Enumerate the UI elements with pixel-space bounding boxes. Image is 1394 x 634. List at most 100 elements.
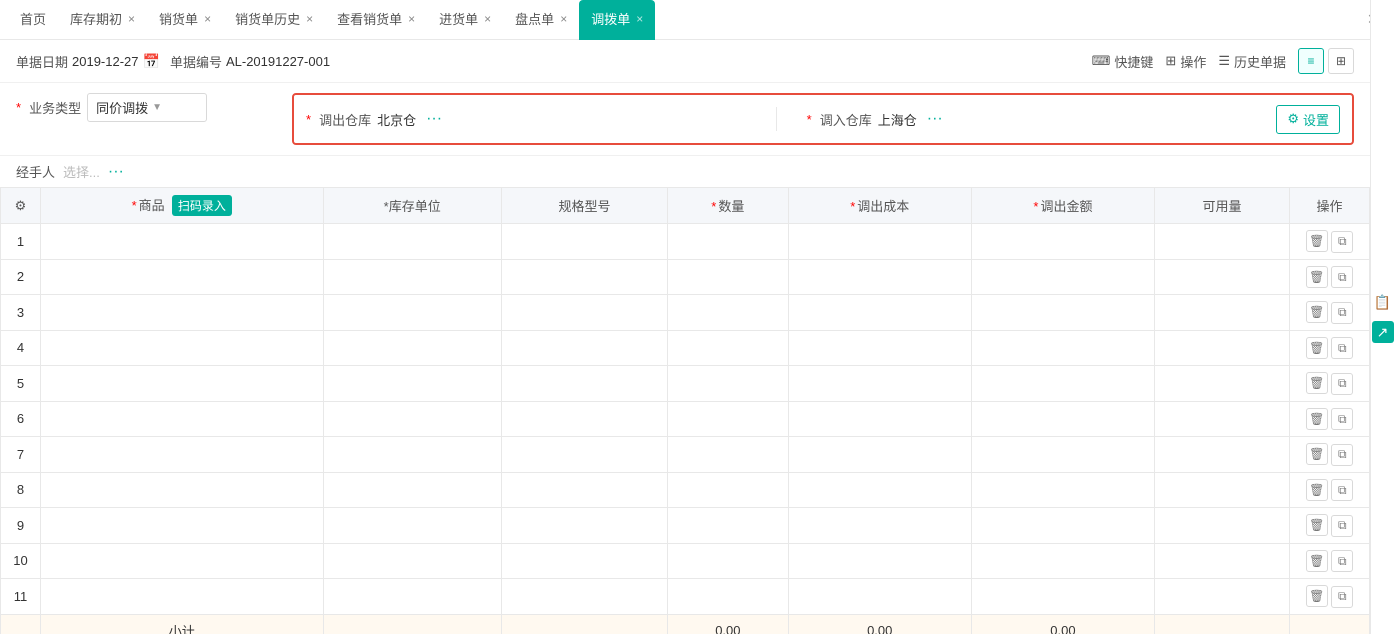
in-warehouse-more-button[interactable]: ··· [923, 110, 947, 128]
cell-unit[interactable] [323, 472, 501, 508]
tab-sales-order[interactable]: 销货单 × [147, 0, 223, 40]
cell-spec[interactable] [501, 579, 667, 615]
scan-button[interactable]: 扫码录入 [172, 195, 232, 216]
cell-qty[interactable] [668, 472, 789, 508]
tab-close-sales-history[interactable]: × [306, 12, 313, 26]
cell-qty[interactable] [668, 401, 789, 437]
copy-icon[interactable]: ⧉ [1331, 479, 1353, 501]
tab-sales-history[interactable]: 销货单历史 × [223, 0, 325, 40]
cell-product[interactable] [41, 543, 324, 579]
tab-close-purchase[interactable]: × [484, 12, 491, 26]
delete-icon[interactable]: 🗑 [1306, 550, 1328, 572]
tab-view-sales[interactable]: 查看销货单 × [325, 0, 427, 40]
cell-available[interactable] [1155, 472, 1290, 508]
copy-icon[interactable]: ⧉ [1331, 302, 1353, 324]
cell-product[interactable] [41, 259, 324, 295]
cell-unit[interactable] [323, 401, 501, 437]
cell-cost[interactable] [788, 508, 971, 544]
copy-icon[interactable]: ⧉ [1331, 266, 1353, 288]
cell-qty[interactable] [668, 259, 789, 295]
out-warehouse-more-button[interactable]: ··· [422, 110, 446, 128]
cell-amount[interactable] [971, 579, 1154, 615]
cell-qty[interactable] [668, 330, 789, 366]
cell-unit[interactable] [323, 508, 501, 544]
tab-transfer[interactable]: 调拨单 × [579, 0, 655, 40]
cell-amount[interactable] [971, 543, 1154, 579]
calendar-icon[interactable]: 📅 [143, 53, 160, 70]
business-type-select[interactable]: 同价调拨 ▼ [87, 93, 207, 122]
sidebar-note-icon[interactable]: 📋 [1372, 291, 1394, 313]
shortcut-button[interactable]: ⌨ 快捷键 [1092, 52, 1154, 71]
cell-available[interactable] [1155, 366, 1290, 402]
cell-amount[interactable] [971, 259, 1154, 295]
cell-available[interactable] [1155, 543, 1290, 579]
delete-icon[interactable]: 🗑 [1306, 443, 1328, 465]
cell-spec[interactable] [501, 295, 667, 331]
cell-amount[interactable] [971, 472, 1154, 508]
cell-unit[interactable] [323, 366, 501, 402]
cell-unit[interactable] [323, 224, 501, 260]
cell-product[interactable] [41, 437, 324, 473]
tab-close-sales-order[interactable]: × [204, 12, 211, 26]
cell-product[interactable] [41, 579, 324, 615]
cell-cost[interactable] [788, 472, 971, 508]
copy-icon[interactable]: ⧉ [1331, 444, 1353, 466]
copy-icon[interactable]: ⧉ [1331, 337, 1353, 359]
cell-available[interactable] [1155, 330, 1290, 366]
tab-inventory-init[interactable]: 库存期初 × [58, 0, 147, 40]
cell-cost[interactable] [788, 401, 971, 437]
tab-close-transfer[interactable]: × [636, 12, 643, 26]
cell-cost[interactable] [788, 330, 971, 366]
cell-unit[interactable] [323, 259, 501, 295]
cell-spec[interactable] [501, 330, 667, 366]
copy-icon[interactable]: ⧉ [1331, 515, 1353, 537]
cell-qty[interactable] [668, 543, 789, 579]
cell-spec[interactable] [501, 543, 667, 579]
cell-qty[interactable] [668, 508, 789, 544]
cell-amount[interactable] [971, 295, 1154, 331]
cell-available[interactable] [1155, 401, 1290, 437]
tab-inventory[interactable]: 盘点单 × [503, 0, 579, 40]
cell-cost[interactable] [788, 366, 971, 402]
cell-amount[interactable] [971, 224, 1154, 260]
tab-purchase[interactable]: 进货单 × [427, 0, 503, 40]
cell-spec[interactable] [501, 508, 667, 544]
cell-available[interactable] [1155, 437, 1290, 473]
delete-icon[interactable]: 🗑 [1306, 514, 1328, 536]
th-gear[interactable]: ⚙ [1, 188, 41, 224]
cell-unit[interactable] [323, 437, 501, 473]
tab-close-view-sales[interactable]: × [408, 12, 415, 26]
cell-available[interactable] [1155, 295, 1290, 331]
cell-qty[interactable] [668, 437, 789, 473]
cell-cost[interactable] [788, 543, 971, 579]
cell-qty[interactable] [668, 366, 789, 402]
cell-spec[interactable] [501, 437, 667, 473]
delete-icon[interactable]: 🗑 [1306, 337, 1328, 359]
settings-button[interactable]: ⚙ 设置 [1276, 105, 1340, 134]
cell-qty[interactable] [668, 579, 789, 615]
cell-spec[interactable] [501, 259, 667, 295]
tab-close-inventory-init[interactable]: × [128, 12, 135, 26]
copy-icon[interactable]: ⧉ [1331, 373, 1353, 395]
copy-icon[interactable]: ⧉ [1331, 408, 1353, 430]
person-select[interactable]: 选择... [63, 162, 100, 181]
delete-icon[interactable]: 🗑 [1306, 266, 1328, 288]
cell-product[interactable] [41, 472, 324, 508]
cell-cost[interactable] [788, 224, 971, 260]
delete-icon[interactable]: 🗑 [1306, 230, 1328, 252]
cell-unit[interactable] [323, 579, 501, 615]
cell-product[interactable] [41, 224, 324, 260]
cell-cost[interactable] [788, 259, 971, 295]
cell-available[interactable] [1155, 508, 1290, 544]
cell-qty[interactable] [668, 224, 789, 260]
cell-cost[interactable] [788, 437, 971, 473]
grid-view-button[interactable]: ⊞ [1328, 48, 1354, 74]
cell-spec[interactable] [501, 224, 667, 260]
cell-available[interactable] [1155, 259, 1290, 295]
cell-product[interactable] [41, 508, 324, 544]
copy-icon[interactable]: ⧉ [1331, 231, 1353, 253]
cell-product[interactable] [41, 366, 324, 402]
cell-amount[interactable] [971, 330, 1154, 366]
cell-qty[interactable] [668, 295, 789, 331]
cell-amount[interactable] [971, 437, 1154, 473]
